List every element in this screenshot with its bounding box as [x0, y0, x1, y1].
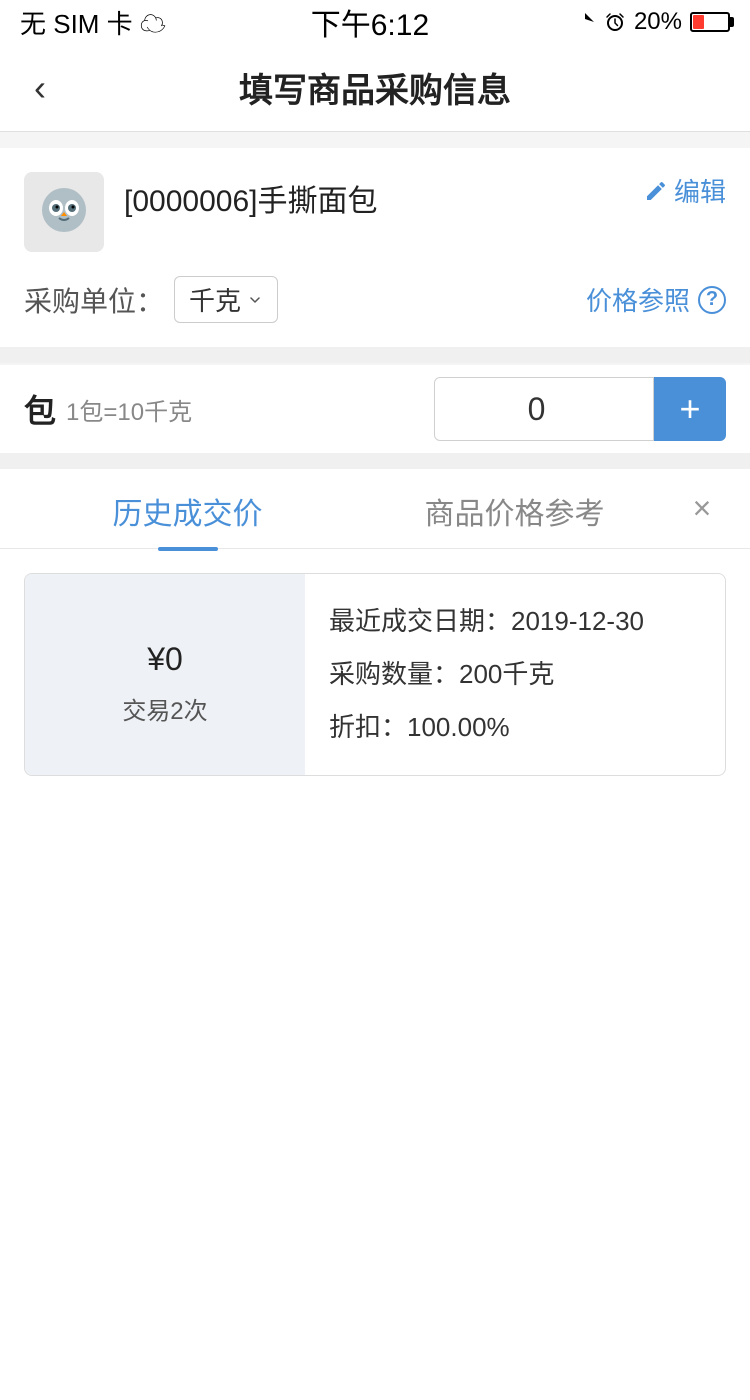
currency-symbol: ¥ — [147, 641, 165, 677]
tab-history-price-label: 历史成交价 — [113, 498, 263, 531]
chevron-down-icon — [247, 292, 263, 308]
edit-icon — [644, 179, 668, 203]
quantity-unit: 包 — [24, 386, 56, 432]
product-logo-image — [34, 182, 94, 242]
help-circle-icon: ? — [698, 286, 726, 314]
quantity-detail-label: 采购数量： — [329, 659, 459, 689]
product-name: [0000006]手撕面包 — [124, 176, 377, 220]
unit-value: 千克 — [189, 281, 241, 318]
quantity-input[interactable] — [434, 377, 654, 441]
back-button[interactable]: ‹ — [24, 57, 56, 119]
price-ref-label: 价格参照 — [586, 281, 690, 318]
tab-history-price[interactable]: 历史成交价 — [24, 467, 351, 551]
quantity-detail-value: 200千克 — [459, 659, 554, 689]
unit-label: 采购单位： — [24, 280, 164, 320]
divider-product — [0, 347, 750, 363]
product-section: [0000006]手撕面包 编辑 采购单位： 千克 价格参照 ? — [0, 148, 750, 347]
sim-signal-text: 无 SIM 卡 ☁ — [20, 4, 166, 41]
price-ref-button[interactable]: 价格参照 ? — [586, 281, 726, 318]
battery-percent: 20% — [634, 8, 682, 36]
card-price-summary: ¥0 交易2次 — [25, 574, 305, 775]
card-price-value: ¥0 — [147, 623, 183, 683]
product-left: [0000006]手撕面包 — [24, 172, 377, 252]
price-number: 0 — [165, 641, 183, 677]
card-date-row: 最近成交日期：2019-12-30 — [329, 602, 701, 641]
status-right: 20% — [574, 8, 730, 36]
nav-bar: ‹ 填写商品采购信息 — [0, 44, 750, 132]
product-unit-row: 采购单位： 千克 价格参照 ? — [24, 276, 726, 347]
quantity-section: 包 1包=10千克 + — [0, 365, 750, 453]
edit-button[interactable]: 编辑 — [644, 172, 726, 209]
discount-value: 100.00% — [407, 712, 510, 742]
tabs-panel: 历史成交价 商品价格参考 × ¥0 交易2次 最近成交日期：2019-12-30… — [0, 469, 750, 800]
status-left: 无 SIM 卡 ☁ — [20, 4, 166, 41]
product-logo — [24, 172, 104, 252]
tab-content-history: ¥0 交易2次 最近成交日期：2019-12-30 采购数量：200千克 折扣：… — [0, 549, 750, 800]
tabs-header: 历史成交价 商品价格参考 × — [0, 469, 750, 549]
unit-select[interactable]: 千克 — [174, 276, 278, 323]
tab-product-price-ref-label: 商品价格参考 — [425, 498, 605, 531]
alarm-icon — [604, 11, 626, 33]
edit-label: 编辑 — [674, 172, 726, 209]
unit-row-left: 采购单位： 千克 — [24, 276, 278, 323]
status-time: 下午6:12 — [311, 0, 429, 44]
card-trades-count: 交易2次 — [122, 691, 207, 726]
card-quantity-row: 采购数量：200千克 — [329, 655, 701, 694]
date-value: 2019-12-30 — [511, 606, 644, 636]
quantity-convert: 1包=10千克 — [66, 392, 192, 427]
page-footer — [0, 800, 750, 1400]
battery-icon — [690, 12, 730, 32]
page-title: 填写商品采购信息 — [239, 63, 511, 112]
discount-label: 折扣： — [329, 712, 407, 742]
date-label: 最近成交日期： — [329, 606, 511, 636]
location-icon — [574, 11, 596, 33]
status-bar: 无 SIM 卡 ☁ 下午6:12 20% — [0, 0, 750, 44]
quantity-input-wrap: + — [434, 377, 726, 441]
card-discount-row: 折扣：100.00% — [329, 708, 701, 747]
history-card: ¥0 交易2次 最近成交日期：2019-12-30 采购数量：200千克 折扣：… — [24, 573, 726, 776]
quantity-label: 包 1包=10千克 — [24, 386, 192, 432]
card-detail: 最近成交日期：2019-12-30 采购数量：200千克 折扣：100.00% — [305, 574, 725, 775]
tab-product-price-ref[interactable]: 商品价格参考 — [351, 467, 678, 551]
tab-close-button[interactable]: × — [678, 485, 726, 533]
quantity-plus-button[interactable]: + — [654, 377, 726, 441]
